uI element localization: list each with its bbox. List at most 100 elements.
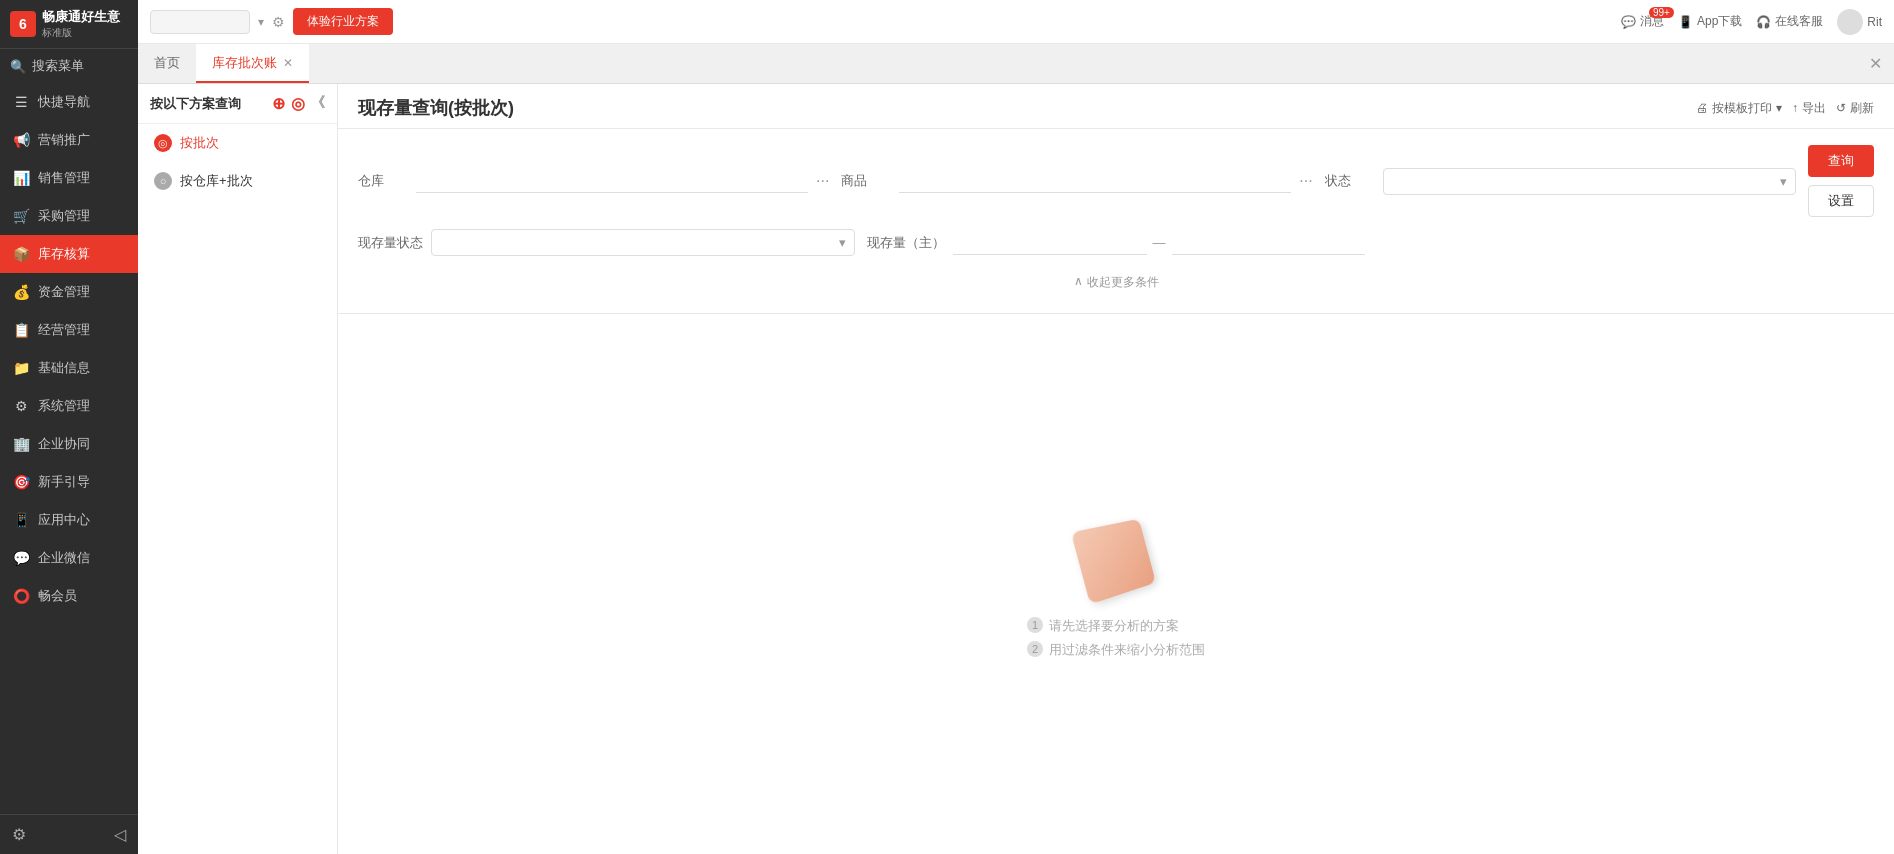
warehouse-filter-group: 仓库 ··· <box>358 169 829 193</box>
messages-button[interactable]: 💬 消息 99+ <box>1621 13 1664 30</box>
collapse-sidebar-icon[interactable]: ◁ <box>114 825 126 844</box>
user-profile[interactable]: Rit <box>1837 9 1882 35</box>
print-dropdown-icon[interactable]: ▾ <box>1776 101 1782 115</box>
tab-home[interactable]: 首页 <box>138 44 196 83</box>
username: Rit <box>1867 15 1882 29</box>
stock-main-filter-group: 现存量（主） — <box>867 231 1364 255</box>
sidebar: 6 畅康通好生意 标准版 🔍 搜索菜单 ☰ 快捷导航 📢营销推广 📊 销售管理 🛒采购管理… <box>0 0 138 854</box>
sidebar-item-system[interactable]: ⚙系统管理 <box>0 387 138 425</box>
nav-label-quick-nav: 快捷导航 <box>38 93 90 111</box>
collapse-filters-row[interactable]: ∧ 收起更多条件 <box>358 268 1874 297</box>
nav-icon-business: 📋 <box>12 321 30 339</box>
sidebar-item-app-center[interactable]: 📱应用中心 <box>0 501 138 539</box>
nav-icon-sales: 📊 <box>12 169 30 187</box>
sidebar-logo: 6 <box>10 11 36 37</box>
hint-item-2: 2 用过滤条件来缩小分析范围 <box>1027 641 1205 659</box>
stock-main-range: — <box>953 231 1364 255</box>
tab-close-icon[interactable]: ✕ <box>283 56 293 70</box>
export-icon: ↑ <box>1792 101 1798 115</box>
sidebar-item-marketing[interactable]: 📢营销推广 <box>0 121 138 159</box>
tab-inventory-batch[interactable]: 库存批次账 ✕ <box>196 44 309 83</box>
print-icon: 🖨 <box>1696 101 1708 115</box>
sidebar-item-enterprise[interactable]: 🏢 企业协同 <box>0 425 138 463</box>
nav-label-sales: 销售管理 <box>38 169 90 187</box>
filter-row-2: 现存量状态 ▾ 现存量（主） — <box>358 229 1874 256</box>
tab-panel-close-button[interactable]: ✕ <box>1857 44 1894 83</box>
empty-illustration <box>1066 509 1166 609</box>
collapse-panel-icon[interactable]: 《 <box>311 94 325 113</box>
online-service-button[interactable]: 🎧 在线客服 <box>1756 13 1823 30</box>
nav-icon-enterprise: 🏢 <box>12 435 30 453</box>
nav-icon-inventory: 📦 <box>12 245 30 263</box>
warehouse-filter-input[interactable] <box>416 169 808 193</box>
sidebar-item-basic[interactable]: 📁基础信息 <box>0 349 138 387</box>
refresh-button[interactable]: ↺ 刷新 <box>1836 100 1874 117</box>
manage-scheme-icon[interactable]: ◎ <box>291 94 305 113</box>
nav-icon-purchase: 🛒 <box>12 207 30 225</box>
nav-icon-quick-nav: ☰ <box>12 93 30 111</box>
sidebar-item-newbie[interactable]: 🎯新手引导 <box>0 463 138 501</box>
empty-hints: 1 请先选择要分析的方案 2 用过滤条件来缩小分析范围 <box>1027 617 1205 659</box>
nav-label-inventory: 库存核算 <box>38 245 90 263</box>
sidebar-search[interactable]: 🔍 搜索菜单 <box>0 49 138 83</box>
left-panel-header: 按以下方案查询 ⊕ ◎ 《 <box>138 84 337 124</box>
sidebar-item-inventory[interactable]: 📦 库存核算 <box>0 235 138 273</box>
scheme-inactive-icon: ○ <box>154 172 172 190</box>
scheme-by-warehouse-batch[interactable]: ○ 按仓库+批次 <box>138 162 337 200</box>
settings-filter-button[interactable]: 设置 <box>1808 185 1874 217</box>
topbar-search-input[interactable] <box>150 10 250 34</box>
range-separator: — <box>1153 235 1166 250</box>
scheme-by-batch[interactable]: ◎ 按批次 <box>138 124 337 162</box>
page-header-actions: 🖨 按模板打印 ▾ ↑ 导出 ↺ 刷新 <box>1696 100 1874 117</box>
topbar-chevron-icon[interactable]: ▾ <box>258 15 264 29</box>
sidebar-item-sales[interactable]: 📊 销售管理 <box>0 159 138 197</box>
nav-label-marketing: 营销推广 <box>38 131 90 149</box>
filter-row-1: 仓库 ··· 商品 ··· 状态 ▾ <box>358 145 1874 217</box>
goods-filter-input[interactable] <box>899 169 1291 193</box>
nav-icon-system: ⚙ <box>12 397 30 415</box>
tab-inventory-batch-label: 库存批次账 <box>212 54 277 72</box>
topbar-gear-icon[interactable]: ⚙ <box>272 14 285 30</box>
sidebar-app-subtitle: 标准版 <box>42 26 120 40</box>
page-header: 现存量查询(按批次) 🖨 按模板打印 ▾ ↑ 导出 ↺ 刷新 <box>338 84 1894 129</box>
status-filter-group: 状态 ▾ <box>1325 168 1796 195</box>
stock-status-select[interactable]: ▾ <box>431 229 855 256</box>
service-icon: 🎧 <box>1756 15 1771 29</box>
goods-filter-dots[interactable]: ··· <box>1299 172 1312 190</box>
sidebar-item-finance[interactable]: 💰资金管理 <box>0 273 138 311</box>
export-button[interactable]: ↑ 导出 <box>1792 100 1826 117</box>
sidebar-item-purchase[interactable]: 🛒采购管理 <box>0 197 138 235</box>
nav-icon-wechat: 💬 <box>12 549 30 567</box>
online-service-label: 在线客服 <box>1775 13 1823 30</box>
messages-badge: 99+ <box>1649 7 1674 18</box>
sidebar-title-block: 畅康通好生意 标准版 <box>42 8 120 40</box>
settings-icon[interactable]: ⚙ <box>12 825 26 844</box>
stock-main-from-input[interactable] <box>953 231 1146 255</box>
sidebar-search-label: 搜索菜单 <box>32 57 84 75</box>
stock-main-to-input[interactable] <box>1172 231 1365 255</box>
empty-box-shape <box>1071 519 1156 605</box>
stock-status-chevron: ▾ <box>839 235 846 250</box>
add-scheme-icon[interactable]: ⊕ <box>272 94 285 113</box>
nav-label-enterprise: 企业协同 <box>38 435 90 453</box>
sidebar-item-quick-nav[interactable]: ☰ 快捷导航 <box>0 83 138 121</box>
sidebar-item-business[interactable]: 📋经营管理 <box>0 311 138 349</box>
print-template-button[interactable]: 🖨 按模板打印 ▾ <box>1696 100 1782 117</box>
warehouse-filter-dots[interactable]: ··· <box>816 172 829 190</box>
status-filter-select[interactable]: ▾ <box>1383 168 1796 195</box>
query-button[interactable]: 查询 <box>1808 145 1874 177</box>
hint-num-2: 2 <box>1027 641 1043 657</box>
hint-text-1: 请先选择要分析的方案 <box>1049 617 1179 635</box>
goods-filter-label: 商品 <box>841 172 891 190</box>
nav-icon-basic: 📁 <box>12 359 30 377</box>
sidebar-item-wechat[interactable]: 💬企业微信 <box>0 539 138 577</box>
refresh-label: 刷新 <box>1850 100 1874 117</box>
tabbar: 首页 库存批次账 ✕ ✕ <box>138 44 1894 84</box>
chevron-up-icon: ∧ <box>1074 274 1083 291</box>
app-download-button[interactable]: 📱 App下载 <box>1678 13 1742 30</box>
sidebar-item-member[interactable]: ⭕畅会员 <box>0 577 138 615</box>
trial-button[interactable]: 体验行业方案 <box>293 8 393 35</box>
scheme-by-batch-label: 按批次 <box>180 134 219 152</box>
phone-icon: 📱 <box>1678 15 1693 29</box>
sidebar-nav: ☰ 快捷导航 📢营销推广 📊 销售管理 🛒采购管理 📦 库存核算 💰资金管理📋经营管理📁基础信息… <box>0 83 138 814</box>
